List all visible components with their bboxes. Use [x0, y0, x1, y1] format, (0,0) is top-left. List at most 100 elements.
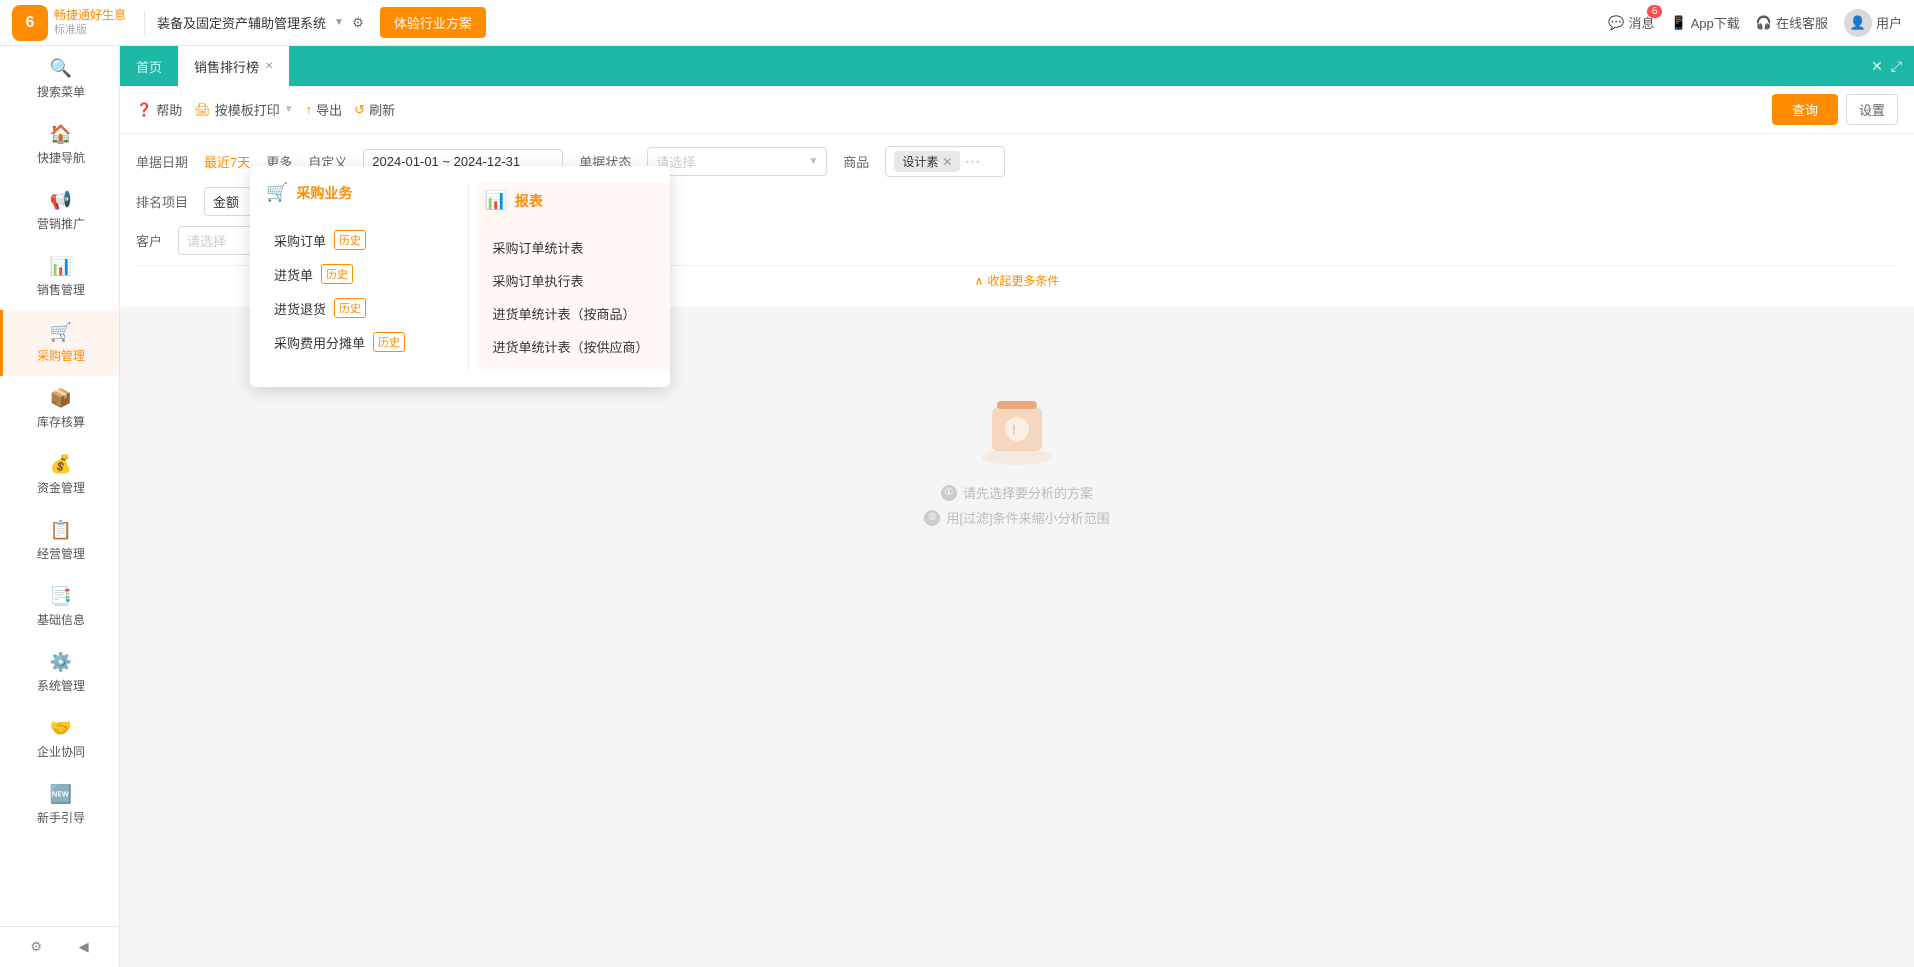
- topbar-system: 装备及固定资产辅助管理系统 ▼: [157, 13, 344, 32]
- finance-icon: 💰: [50, 454, 72, 475]
- purchase-dropdown-menu: 🛒 采购业务 采购订单 历史 进货单 历史 进货退货 历史: [250, 166, 670, 387]
- sidebar-item-quicknav[interactable]: 🏠 快捷导航: [0, 112, 119, 178]
- sidebar-collapse-icon[interactable]: ◀: [79, 939, 89, 955]
- app-download-btn[interactable]: 📱 App下载: [1670, 13, 1739, 32]
- sidebar-item-cooperation[interactable]: 🤝 企业协同: [0, 706, 119, 772]
- history-badge-3: 历史: [373, 332, 405, 352]
- export-icon: ↑: [306, 102, 313, 117]
- tab-sales-rank[interactable]: 销售排行榜 ✕: [178, 46, 289, 86]
- report-col-icon: 📊: [485, 190, 507, 211]
- empty-hint-1: ① 请先选择要分析的方案: [941, 483, 1093, 502]
- sidebar-item-sales[interactable]: 📊 销售管理: [0, 244, 119, 310]
- sidebar-item-finance[interactable]: 💰 资金管理: [0, 442, 119, 508]
- print-dropdown-arrow[interactable]: ▼: [284, 104, 294, 115]
- help-btn[interactable]: ❓ 帮助: [136, 100, 182, 119]
- content-area: 首页 销售排行榜 ✕ ✕ ⤢ ❓ 帮助 🖨 按模板打印: [120, 46, 1914, 967]
- basicinfo-icon: 📑: [50, 586, 72, 607]
- online-service-btn[interactable]: 🎧 在线客服: [1756, 13, 1828, 32]
- goods-tag-remove[interactable]: ✕: [942, 155, 952, 169]
- history-badge-0: 历史: [334, 230, 366, 250]
- operations-icon: 📋: [50, 520, 72, 541]
- dropdown-item-report-1[interactable]: 采购订单执行表: [485, 264, 663, 297]
- logo-text: 畅捷通好生意 标准版: [54, 8, 126, 38]
- guide-icon: 🆕: [50, 784, 72, 805]
- date-label: 单据日期: [136, 152, 188, 171]
- purchase-col-title: 🛒 采购业务: [266, 182, 444, 211]
- headset-icon: 🎧: [1756, 15, 1772, 31]
- goods-tag: 设计素 ✕: [894, 151, 960, 172]
- sidebar-item-basicinfo[interactable]: 📑 基础信息: [0, 574, 119, 640]
- industry-btn[interactable]: 体验行业方案: [380, 7, 486, 38]
- dropdown-item-report-2[interactable]: 进货单统计表（按商品）: [485, 297, 663, 330]
- sidebar-item-operations[interactable]: 📋 经营管理: [0, 508, 119, 574]
- user-avatar: 👤: [1844, 9, 1872, 37]
- dropdown-item-report-3[interactable]: 进货单统计表（按供应商）: [485, 330, 663, 363]
- sales-icon: 📊: [50, 256, 72, 277]
- mobile-icon: 📱: [1670, 15, 1686, 31]
- rank-label: 排名项目: [136, 192, 188, 211]
- dropdown-item-return[interactable]: 进货退货 历史: [266, 291, 444, 325]
- dropdown-item-purchase-order[interactable]: 采购订单 历史: [266, 223, 444, 257]
- sidebar-settings-icon[interactable]: ⚙: [30, 939, 42, 955]
- status-dropdown-icon: ▼: [808, 156, 818, 167]
- refresh-icon: ↺: [354, 102, 365, 118]
- sidebar-item-marketing[interactable]: 📢 营销推广: [0, 178, 119, 244]
- topbar-right: 💬 消息 6 📱 App下载 🎧 在线客服 👤 用户: [1608, 9, 1902, 37]
- user-btn[interactable]: 👤 用户: [1844, 9, 1902, 37]
- settings-btn[interactable]: 设置: [1846, 94, 1898, 125]
- query-btn[interactable]: 查询: [1772, 94, 1838, 125]
- system-dropdown-arrow[interactable]: ▼: [334, 17, 344, 28]
- sidebar-item-inventory[interactable]: 📦 库存核算: [0, 376, 119, 442]
- history-badge-1: 历史: [321, 264, 353, 284]
- main-layout: 🔍 搜索菜单 🏠 快捷导航 📢 营销推广 📊 销售管理 🛒 采购管理 📦 库存核…: [0, 46, 1914, 967]
- dropdown-divider: [468, 182, 469, 371]
- dropdown-item-incoming[interactable]: 进货单 历史: [266, 257, 444, 291]
- search-icon: 🔍: [50, 58, 72, 79]
- logo-area: 6 畅捷通好生意 标准版: [12, 5, 132, 41]
- topbar-settings-icon[interactable]: ⚙: [344, 9, 372, 37]
- export-btn[interactable]: ↑ 导出: [306, 100, 343, 119]
- topbar: 6 畅捷通好生意 标准版 装备及固定资产辅助管理系统 ▼ ⚙ 体验行业方案 💬 …: [0, 0, 1914, 46]
- status-select[interactable]: 请选择 ▼: [647, 147, 827, 176]
- sidebar: 🔍 搜索菜单 🏠 快捷导航 📢 营销推广 📊 销售管理 🛒 采购管理 📦 库存核…: [0, 46, 120, 967]
- history-badge-2: 历史: [334, 298, 366, 318]
- tabbar-actions: ✕ ⤢: [1859, 58, 1914, 75]
- goods-input-area: 设计素 ✕ ···: [885, 146, 1005, 177]
- topbar-divider: [144, 11, 145, 35]
- help-icon: ❓: [136, 102, 152, 118]
- tabbar: 首页 销售排行榜 ✕ ✕ ⤢: [120, 46, 1914, 86]
- tab-close-icon[interactable]: ✕: [265, 61, 273, 72]
- purchase-icon: 🛒: [50, 322, 72, 343]
- goods-dots[interactable]: ···: [964, 153, 980, 171]
- sidebar-item-guide[interactable]: 🆕 新手引导: [0, 772, 119, 838]
- notification-btn[interactable]: 💬 消息 6: [1608, 13, 1654, 32]
- sidebar-item-search[interactable]: 🔍 搜索菜单: [0, 46, 119, 112]
- report-col-title: 📊 报表: [485, 190, 663, 219]
- refresh-btn[interactable]: ↺ 刷新: [354, 100, 395, 119]
- report-col: 📊 报表 采购订单统计表 采购订单执行表 进货单统计表（按商品） 进货单统计表（…: [477, 182, 671, 371]
- cooperation-icon: 🤝: [50, 718, 72, 739]
- dropdown-item-report-0[interactable]: 采购订单统计表: [485, 231, 663, 264]
- sidebar-item-system[interactable]: ⚙️ 系统管理: [0, 640, 119, 706]
- empty-hint-2: ② 用[过滤]条件来缩小分析范围: [924, 508, 1109, 527]
- print-btn[interactable]: 🖨 按模板打印 ▼: [194, 100, 293, 119]
- sidebar-bottom: ⚙ ◀: [0, 926, 119, 967]
- print-icon: 🖨: [194, 102, 211, 118]
- hint2-icon: ②: [924, 510, 940, 526]
- tab-close-btn[interactable]: ✕: [1871, 58, 1883, 75]
- notification-badge: 6: [1647, 5, 1663, 18]
- date-shortcut-7days[interactable]: 最近7天: [204, 152, 250, 171]
- inventory-icon: 📦: [50, 388, 72, 409]
- dropdown-item-cost-split[interactable]: 采购费用分摊单 历史: [266, 325, 444, 359]
- page-content: ❓ 帮助 🖨 按模板打印 ▼ ↑ 导出 ↺ 刷新 查询: [120, 86, 1914, 967]
- sidebar-item-purchase[interactable]: 🛒 采购管理: [0, 310, 119, 376]
- home-icon: 🏠: [50, 124, 72, 145]
- tab-maximize-btn[interactable]: ⤢: [1891, 58, 1902, 75]
- toolbar: ❓ 帮助 🖨 按模板打印 ▼ ↑ 导出 ↺ 刷新 查询: [120, 86, 1914, 134]
- hint1-icon: ①: [941, 485, 957, 501]
- empty-illustration: !: [967, 387, 1067, 467]
- svg-text:!: !: [1012, 421, 1016, 437]
- tab-home[interactable]: 首页: [120, 46, 178, 86]
- goods-label: 商品: [843, 152, 869, 171]
- customer-label: 客户: [136, 231, 162, 250]
